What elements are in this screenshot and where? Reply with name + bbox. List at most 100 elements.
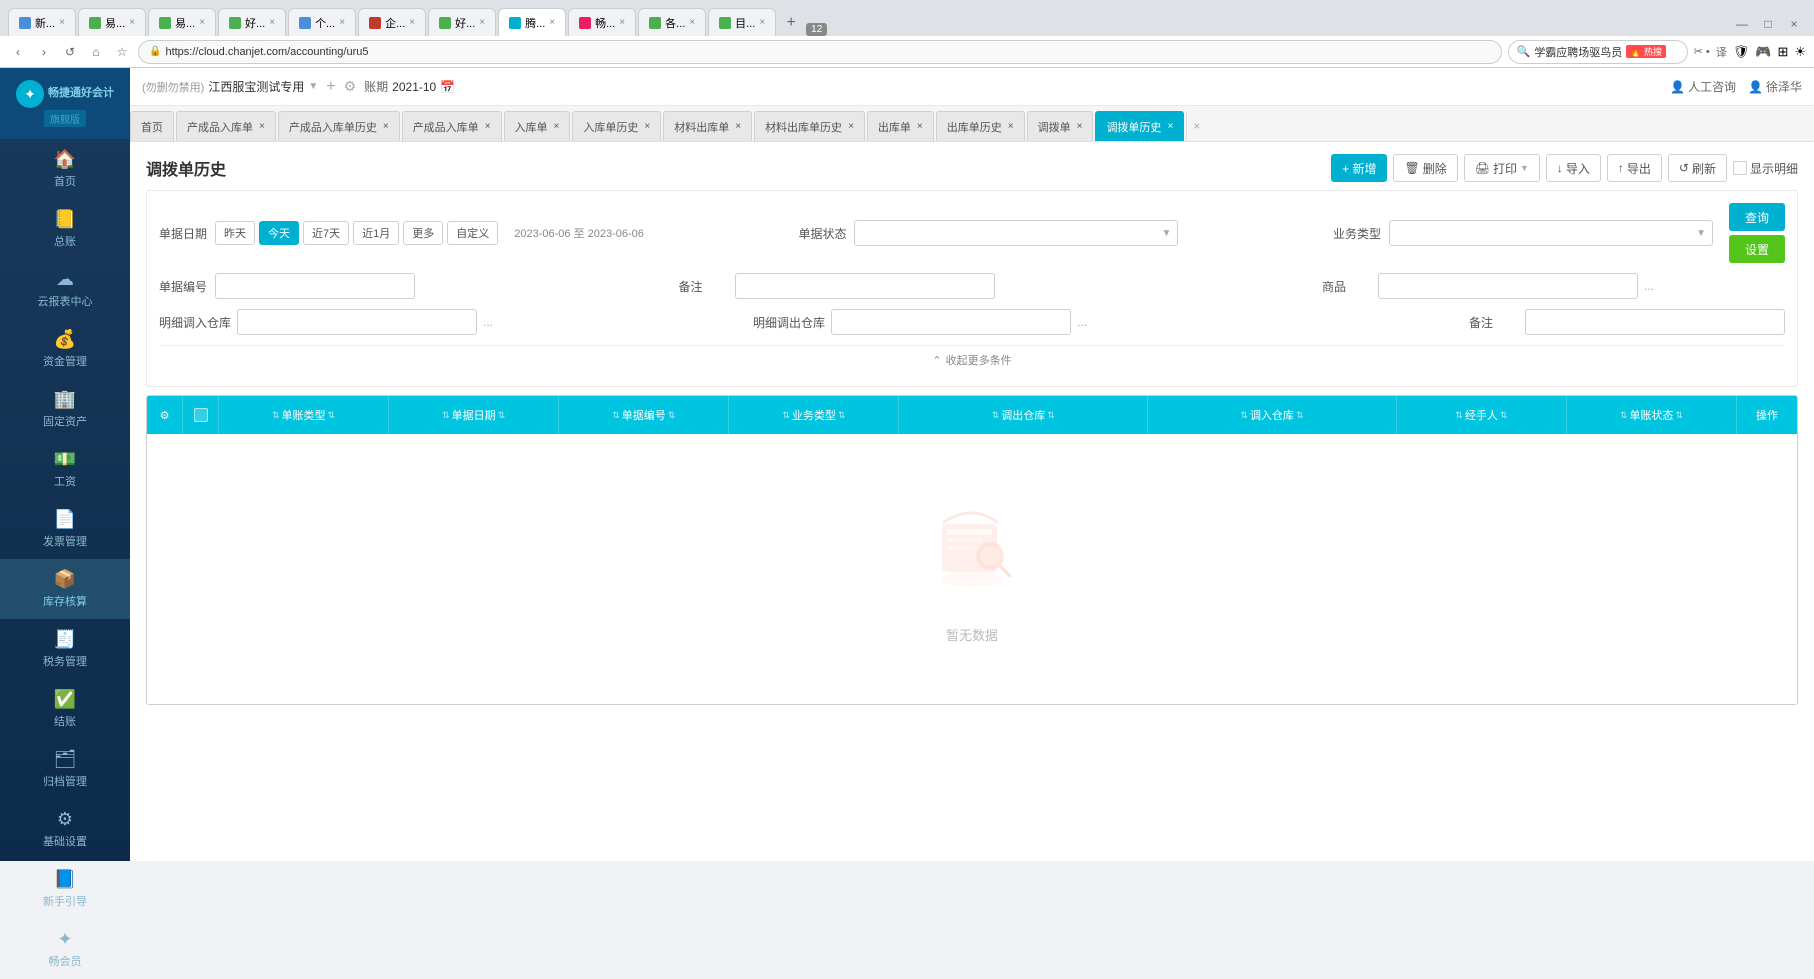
detail-in-dots[interactable]: ... <box>483 315 493 329</box>
tab-close-icon-10[interactable]: × <box>1077 121 1083 132</box>
browser-tab-close-6[interactable]: × <box>479 17 485 28</box>
goods-input[interactable] <box>1378 273 1638 299</box>
th-status[interactable]: ⇅ 单账状态 ⇅ <box>1567 396 1737 434</box>
settings-button[interactable]: 设置 <box>1729 235 1785 263</box>
tab-close-icon-7[interactable]: × <box>848 121 854 132</box>
tab-close-icon-4[interactable]: × <box>554 121 560 132</box>
tab-transfer[interactable]: 调拨单 × <box>1027 111 1094 141</box>
tab-transfer-history[interactable]: 调拨单历史 × <box>1095 111 1184 141</box>
close-right-tabs[interactable]: × <box>1186 111 1206 141</box>
sidebar-item-assets[interactable]: 🏢 固定资产 <box>0 379 130 439</box>
th-handler[interactable]: ⇅ 经手人 ⇅ <box>1397 396 1567 434</box>
th-no[interactable]: ⇅ 单据编号 ⇅ <box>559 396 729 434</box>
tab-material-out[interactable]: 材料出库单 × <box>663 111 752 141</box>
maximize-btn[interactable]: □ <box>1756 12 1780 36</box>
date-btn-more[interactable]: 更多 <box>403 221 443 245</box>
remark-input[interactable] <box>735 273 995 299</box>
url-text[interactable]: https://cloud.chanjet.com/accounting/uru… <box>165 46 368 58</box>
detail-in-input[interactable] <box>237 309 477 335</box>
add-company-btn[interactable]: + <box>326 78 335 96</box>
refresh-btn[interactable]: ↺ 刷新 <box>1668 154 1727 182</box>
sidebar-item-tax[interactable]: 🧾 税务管理 <box>0 619 130 679</box>
btype-select[interactable]: ▼ <box>1389 220 1713 246</box>
browser-tab-3[interactable]: 好... × <box>218 8 286 36</box>
export-btn[interactable]: ↑ 导出 <box>1607 154 1662 182</box>
browser-tab-close-10[interactable]: × <box>759 17 765 28</box>
query-button[interactable]: 查询 <box>1729 203 1785 231</box>
tab-close-icon-6[interactable]: × <box>735 121 741 132</box>
sidebar-item-home[interactable]: 🏠 首页 <box>0 139 130 199</box>
browser-tab-10[interactable]: 目... × <box>708 8 776 36</box>
sidebar-item-invoice[interactable]: 📄 发票管理 <box>0 499 130 559</box>
browser-tab-close-3[interactable]: × <box>269 17 275 28</box>
date-btn-7days[interactable]: 近7天 <box>303 221 349 245</box>
sidebar-item-member[interactable]: ✦ 畅会员 <box>0 919 130 979</box>
minimize-btn[interactable]: — <box>1730 12 1754 36</box>
browser-tab-6[interactable]: 好... × <box>428 8 496 36</box>
collapse-btn[interactable]: ⌃ 收起更多条件 <box>159 345 1785 374</box>
date-btn-custom[interactable]: 自定义 <box>447 221 498 245</box>
sidebar-item-salary[interactable]: 💵 工资 <box>0 439 130 499</box>
date-btn-yesterday[interactable]: 昨天 <box>215 221 255 245</box>
tab-close-icon-11[interactable]: × <box>1167 121 1173 132</box>
browser-tab-close-8[interactable]: × <box>619 17 625 28</box>
sidebar-item-close-account[interactable]: ✅ 结账 <box>0 679 130 739</box>
th-btype[interactable]: ⇅ 业务类型 ⇅ <box>729 396 899 434</box>
browser-tab-0[interactable]: 新... × <box>8 8 76 36</box>
tab-close-icon-2[interactable]: × <box>383 121 389 132</box>
select-all-checkbox[interactable] <box>194 408 208 422</box>
tab-product-in[interactable]: 产成品入库单 × <box>176 111 276 141</box>
bookmark-btn[interactable]: ☆ <box>112 42 132 62</box>
th-out-warehouse[interactable]: ⇅ 调出仓库 ⇅ <box>899 396 1148 434</box>
no-input[interactable] <box>215 273 415 299</box>
new-tab-btn[interactable]: + <box>778 10 804 36</box>
tab-product-in-2[interactable]: 产成品入库单 × <box>402 111 502 141</box>
sidebar-item-guide[interactable]: 📘 新手引导 <box>0 859 130 919</box>
show-cols-toggle[interactable]: 显示明细 <box>1733 160 1798 177</box>
sidebar-item-funds[interactable]: 💰 资金管理 <box>0 319 130 379</box>
support-btn[interactable]: 👤 人工咨询 <box>1670 78 1736 95</box>
browser-tab-2[interactable]: 易... × <box>148 8 216 36</box>
tab-home[interactable]: 首页 <box>130 111 174 141</box>
browser-tab-close[interactable]: × <box>59 17 65 28</box>
date-btn-today[interactable]: 今天 <box>259 221 299 245</box>
print-btn[interactable]: 🖨 打印 ▼ <box>1464 154 1540 182</box>
tab-close-icon[interactable]: × <box>259 121 265 132</box>
tab-out-order-history[interactable]: 出库单历史 × <box>936 111 1025 141</box>
browser-tab-9[interactable]: 各... × <box>638 8 706 36</box>
browser-tab-8[interactable]: 畅... × <box>568 8 636 36</box>
home-btn[interactable]: ⌂ <box>86 42 106 62</box>
checkbox-show-cols[interactable] <box>1733 161 1747 175</box>
detail-out-input[interactable] <box>831 309 1071 335</box>
date-btn-1month[interactable]: 近1月 <box>353 221 399 245</box>
browser-tab-close-4[interactable]: × <box>339 17 345 28</box>
sidebar-item-reports[interactable]: ☁ 云报表中心 <box>0 259 130 319</box>
th-checkbox[interactable] <box>183 396 219 434</box>
sidebar-item-archive[interactable]: 🗂 归档管理 <box>0 739 130 799</box>
browser-tab-close-5[interactable]: × <box>409 17 415 28</box>
tab-close-icon-8[interactable]: × <box>917 121 923 132</box>
tab-close-icon-9[interactable]: × <box>1008 121 1014 132</box>
forward-btn[interactable]: › <box>34 42 54 62</box>
browser-tab-1[interactable]: 易... × <box>78 8 146 36</box>
sidebar-item-inventory[interactable]: 📦 库存核算 <box>0 559 130 619</box>
tab-in-order[interactable]: 入库单 × <box>504 111 571 141</box>
tab-close-icon-3[interactable]: × <box>485 121 491 132</box>
detail-out-dots[interactable]: ... <box>1077 315 1087 329</box>
browser-tab-close-2[interactable]: × <box>199 17 205 28</box>
reload-btn[interactable]: ↺ <box>60 42 80 62</box>
sidebar-item-ledger[interactable]: 📒 总账 <box>0 199 130 259</box>
goods-dots-btn[interactable]: ... <box>1644 279 1654 293</box>
status-select[interactable]: ▼ <box>854 220 1178 246</box>
tab-close-icon-5[interactable]: × <box>644 121 650 132</box>
th-date[interactable]: ⇅ 单据日期 ⇅ <box>389 396 559 434</box>
close-btn[interactable]: × <box>1782 12 1806 36</box>
th-in-warehouse[interactable]: ⇅ 调入仓库 ⇅ <box>1148 396 1397 434</box>
browser-search-box[interactable]: 🔍 学霸应聘场驱鸟员 🔥 热搜 <box>1508 40 1688 64</box>
tab-in-order-history[interactable]: 入库单历史 × <box>572 111 661 141</box>
th-type[interactable]: ⇅ 单账类型 ⇅ <box>219 396 389 434</box>
browser-tab-close-1[interactable]: × <box>129 17 135 28</box>
new-btn[interactable]: + 新增 <box>1331 154 1387 182</box>
browser-tab-close-7[interactable]: × <box>549 17 555 28</box>
browser-tab-7[interactable]: 腾... × <box>498 8 566 36</box>
